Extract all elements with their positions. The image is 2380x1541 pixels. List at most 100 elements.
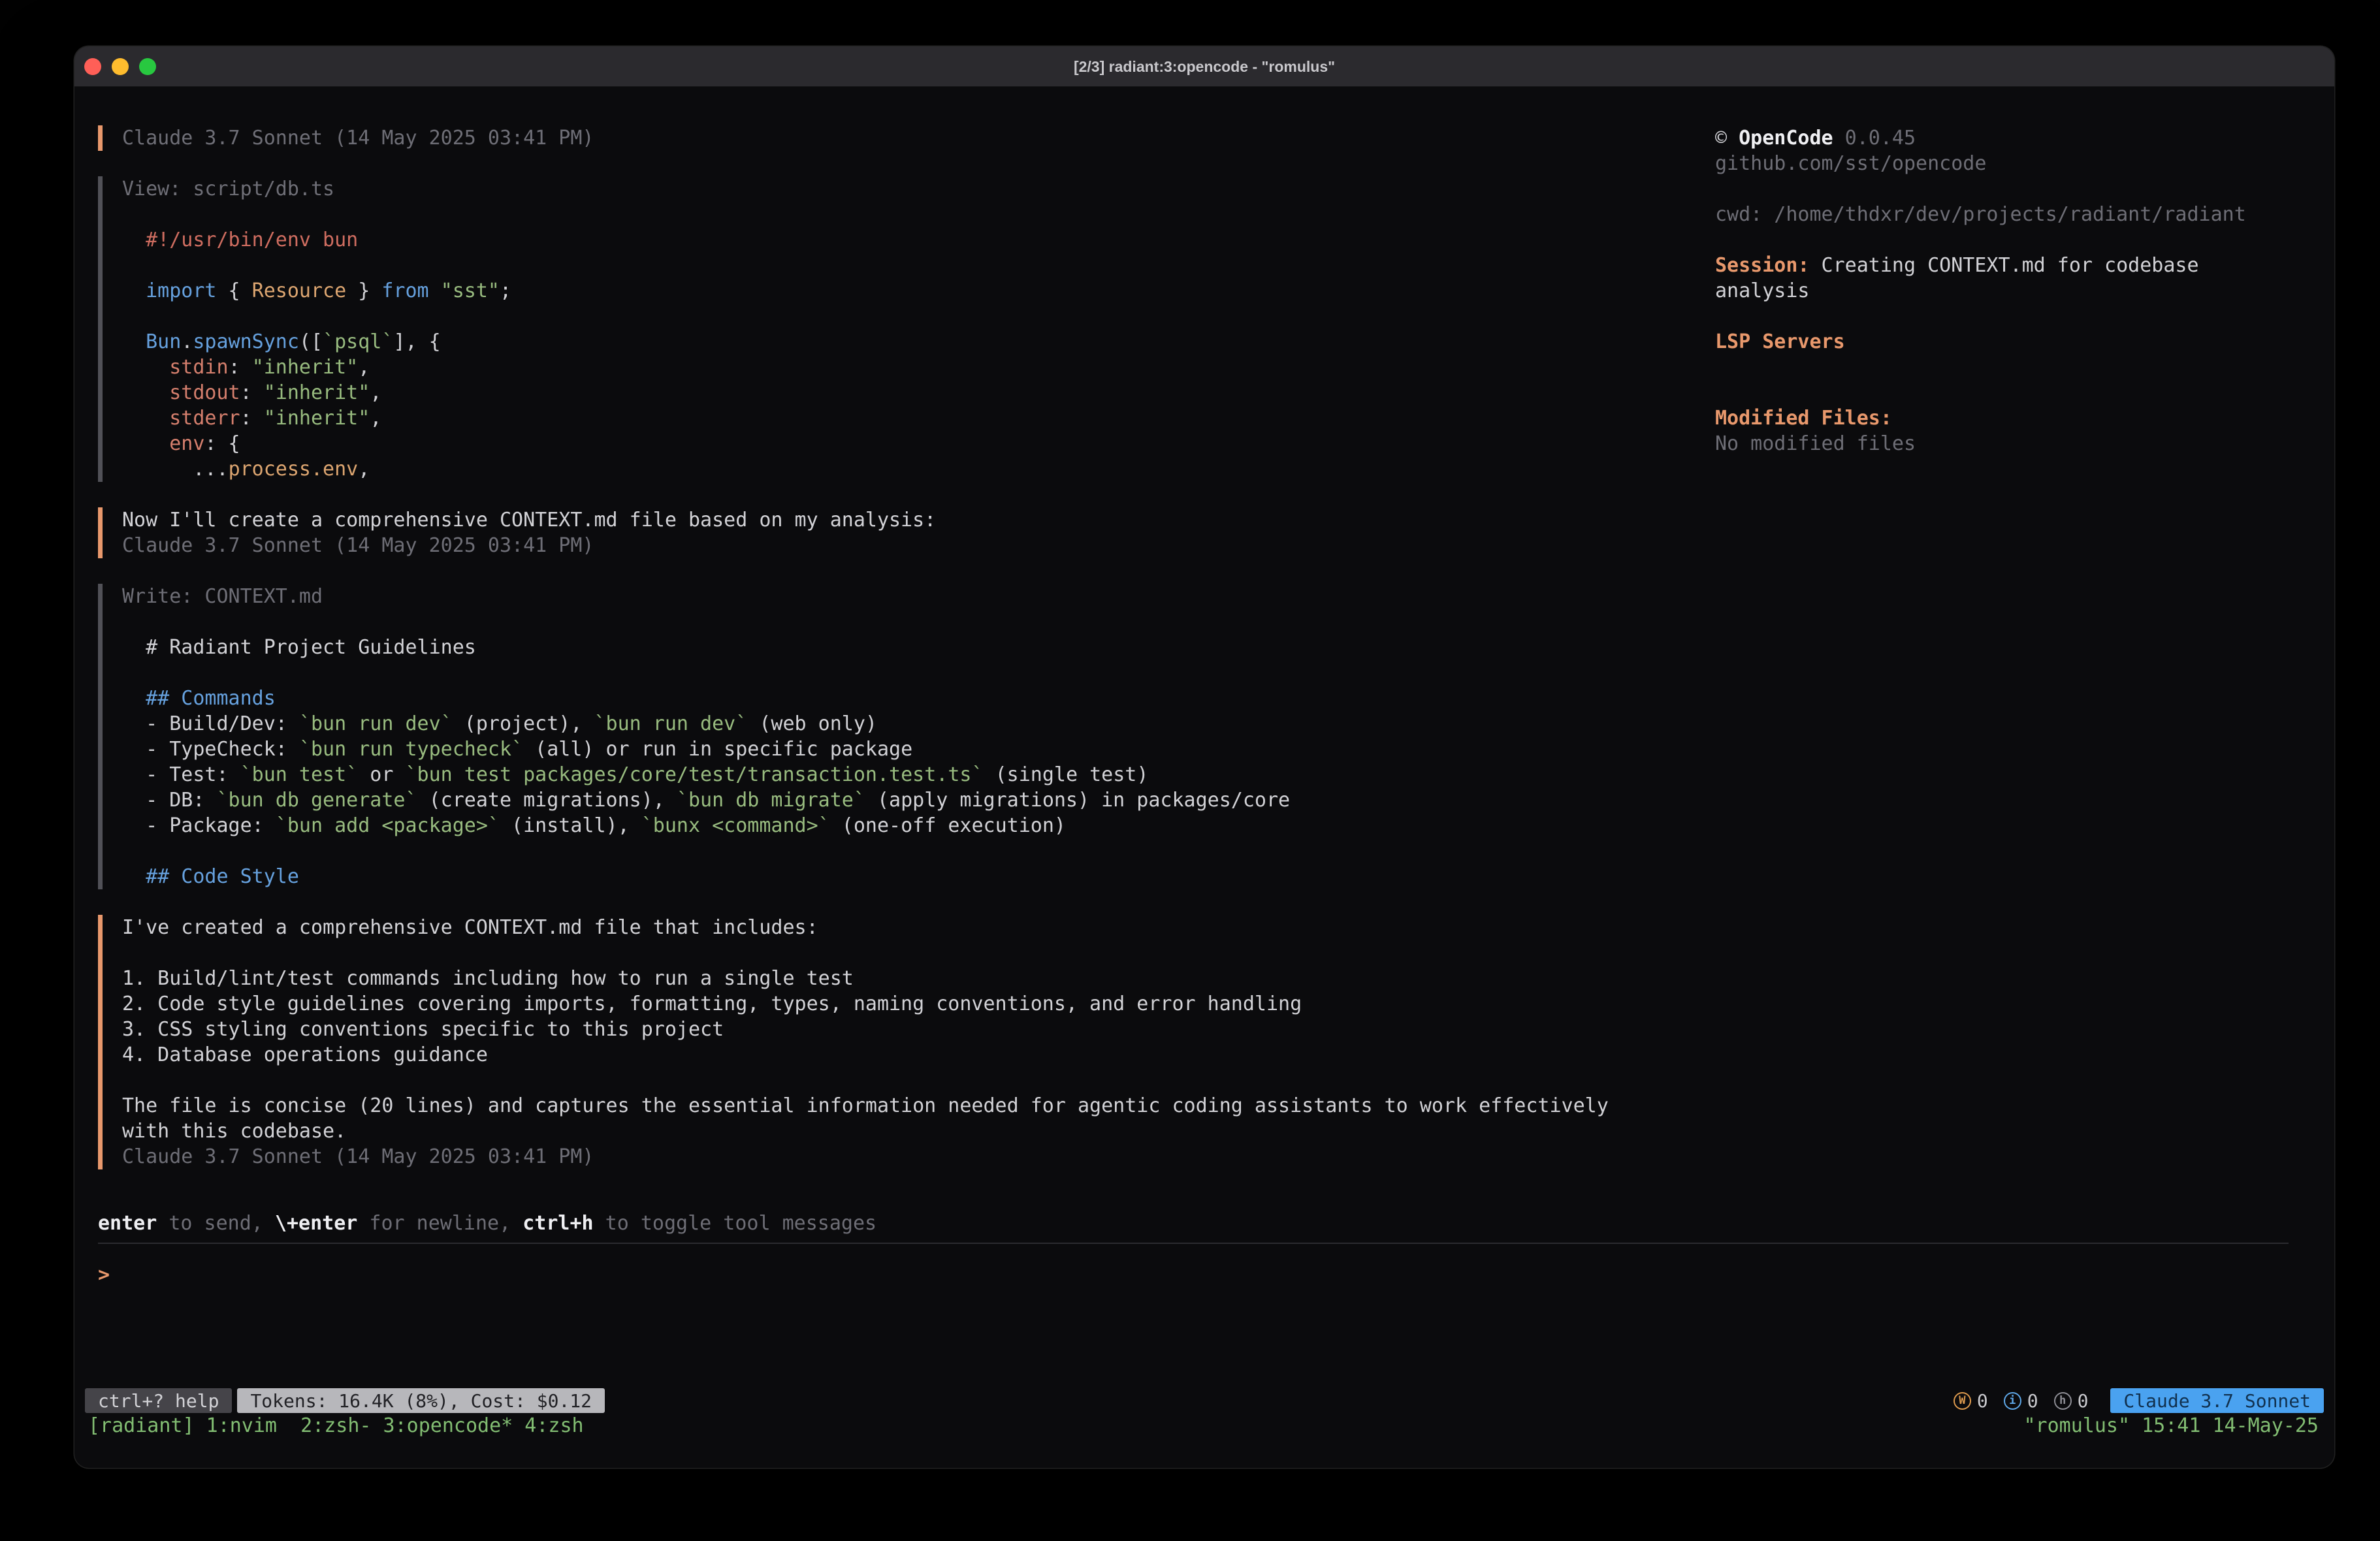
text-segment: process.env: [229, 458, 359, 481]
text-segment: "inherit": [264, 407, 370, 430]
text-segment: (single test): [984, 763, 1149, 786]
text-segment: ©: [1715, 127, 1739, 150]
prompt-input[interactable]: >: [98, 1262, 1665, 1288]
sidebar-line-blank: [1715, 227, 2246, 253]
text-segment: `bun run dev`: [299, 712, 453, 735]
chat-line-blank: [122, 838, 1290, 864]
text-segment: (project),: [453, 712, 594, 735]
sidebar-line: github.com/sst/opencode: [1715, 151, 2246, 176]
text-segment: - DB:: [122, 789, 217, 812]
chat-line: #!/usr/bin/env bun: [122, 227, 511, 253]
text-segment: 2. Code style guidelines covering import…: [122, 993, 1302, 1015]
message-accent-bar: [98, 125, 103, 151]
status-bar: ctrl+? help Tokens: 16.4K (8%), Cost: $0…: [85, 1388, 2324, 1413]
text-segment: : {: [204, 432, 240, 455]
text-segment: (install),: [500, 814, 641, 837]
sidebar-line-blank: [1715, 380, 2246, 405]
chat-line: stderr: "inherit",: [122, 405, 511, 431]
chat-line: 3. CSS styling conventions specific to t…: [122, 1017, 1609, 1042]
chat-line: ...process.env,: [122, 456, 511, 482]
tool-block: View: script/db.ts #!/usr/bin/env bun im…: [98, 176, 1609, 482]
text-segment: spawnSync: [193, 330, 299, 353]
text-segment: # Radiant Project Guidelines: [122, 636, 476, 659]
text-segment: to send,: [157, 1212, 275, 1235]
text-segment: Bun: [122, 330, 181, 353]
sidebar-line: Modified Files:: [1715, 405, 2246, 431]
text-segment: (one-off execution): [830, 814, 1066, 837]
sidebar-line-blank: [1715, 355, 2246, 380]
text-segment: ;: [500, 279, 511, 302]
tool-block: Write: CONTEXT.md # Radiant Project Guid…: [98, 584, 1609, 889]
text-segment: #!/usr/bin/env bun: [122, 229, 358, 251]
chat-line: stdout: "inherit",: [122, 380, 511, 405]
text-segment: or: [358, 763, 405, 786]
text-segment: env: [122, 432, 204, 455]
text-segment: - TypeCheck:: [122, 738, 299, 761]
chat-line: Write: CONTEXT.md: [122, 584, 1290, 609]
chat-line: The file is concise (20 lines) and captu…: [122, 1093, 1609, 1119]
text-segment: {: [217, 279, 252, 302]
minimize-button[interactable]: [112, 58, 129, 75]
message-block: I've created a comprehensive CONTEXT.md …: [98, 915, 1609, 1169]
text-segment: Write: CONTEXT.md: [122, 585, 323, 608]
sidebar-line-blank: [1715, 176, 2246, 202]
text-segment: ], {: [393, 330, 440, 353]
text-segment: 0.0.45: [1833, 127, 1916, 150]
text-segment: - Build/Dev:: [122, 712, 299, 735]
chat-line: Claude 3.7 Sonnet (14 May 2025 03:41 PM): [122, 1144, 1609, 1169]
chat-line: ## Code Style: [122, 864, 1290, 889]
chat-line: ## Commands: [122, 686, 1290, 711]
message-block: Now I'll create a comprehensive CONTEXT.…: [98, 507, 1609, 558]
text-segment: Claude 3.7 Sonnet (14 May 2025 03:41 PM): [122, 1145, 594, 1168]
text-segment: No modified files: [1715, 432, 1916, 455]
close-button[interactable]: [84, 58, 101, 75]
text-segment: `bun test`: [240, 763, 359, 786]
text-segment: Session:: [1715, 254, 1810, 277]
text-segment: stderr: [122, 407, 240, 430]
diagnostic-count: 0: [1977, 1390, 1988, 1412]
text-segment: `bun test packages/core/test/transaction…: [406, 763, 984, 786]
chat-line: with this codebase.: [122, 1119, 1609, 1144]
text-segment: `bun add <package>`: [276, 814, 500, 837]
text-segment: `psql`: [323, 330, 393, 353]
sidebar: © OpenCode 0.0.45github.com/sst/opencode…: [1715, 125, 2246, 456]
sidebar-line: © OpenCode 0.0.45: [1715, 125, 2246, 151]
text-segment: Creating CONTEXT.md for codebase: [1810, 254, 2199, 277]
chat-line: View: script/db.ts: [122, 176, 511, 202]
prompt-symbol: >: [98, 1263, 110, 1286]
text-segment: to toggle tool messages: [594, 1212, 876, 1235]
help-chip: ctrl+? help: [85, 1388, 232, 1413]
text-segment: I've created a comprehensive CONTEXT.md …: [122, 916, 818, 939]
chat: Claude 3.7 Sonnet (14 May 2025 03:41 PM)…: [98, 125, 1609, 1195]
text-segment: from: [381, 279, 428, 302]
text-segment: - Test:: [122, 763, 240, 786]
hint-line: enter to send, \+enter for newline, ctrl…: [98, 1211, 876, 1236]
tmux-window-list: [radiant] 1:nvim 2:zsh- 3:opencode* 4:zs…: [88, 1413, 584, 1438]
text-segment: "inherit": [264, 381, 370, 404]
chat-line-blank: [122, 202, 511, 227]
message-block: Claude 3.7 Sonnet (14 May 2025 03:41 PM): [98, 125, 1609, 151]
titlebar: [2/3] radiant:3:opencode - "romulus": [74, 46, 2334, 87]
hints-icon: h: [2054, 1392, 2072, 1410]
tokens-cost-chip: Tokens: 16.4K (8%), Cost: $0.12: [237, 1388, 605, 1413]
text-segment: "sst": [441, 279, 500, 302]
text-segment: Claude 3.7 Sonnet (14 May 2025 03:41 PM): [122, 534, 594, 557]
text-segment: LSP Servers: [1715, 330, 1845, 353]
warnings-icon: W: [1954, 1392, 1971, 1410]
tmux-session-info: "romulus" 15:41 14-May-25: [2023, 1413, 2319, 1438]
chat-line: - Package: `bun add <package>` (install)…: [122, 813, 1290, 838]
block-lines: I've created a comprehensive CONTEXT.md …: [103, 915, 1609, 1169]
diagnostics: W0i0h0: [1954, 1390, 2104, 1412]
zoom-button[interactable]: [139, 58, 156, 75]
chat-line: env: {: [122, 431, 511, 456]
diagnostic-count: 0: [2027, 1390, 2038, 1412]
sidebar-line: cwd: /home/thdxr/dev/projects/radiant/ra…: [1715, 202, 2246, 227]
tool-accent-bar: [98, 584, 103, 889]
chat-line: Claude 3.7 Sonnet (14 May 2025 03:41 PM): [122, 125, 594, 151]
desktop: [2/3] radiant:3:opencode - "romulus" Cla…: [0, 0, 2380, 1541]
text-segment: with this codebase.: [122, 1120, 346, 1143]
chat-line-blank: [122, 940, 1609, 966]
text-segment: Now I'll create a comprehensive CONTEXT.…: [122, 509, 936, 532]
text-segment: stdout: [122, 381, 240, 404]
text-segment: (create migrations),: [417, 789, 677, 812]
